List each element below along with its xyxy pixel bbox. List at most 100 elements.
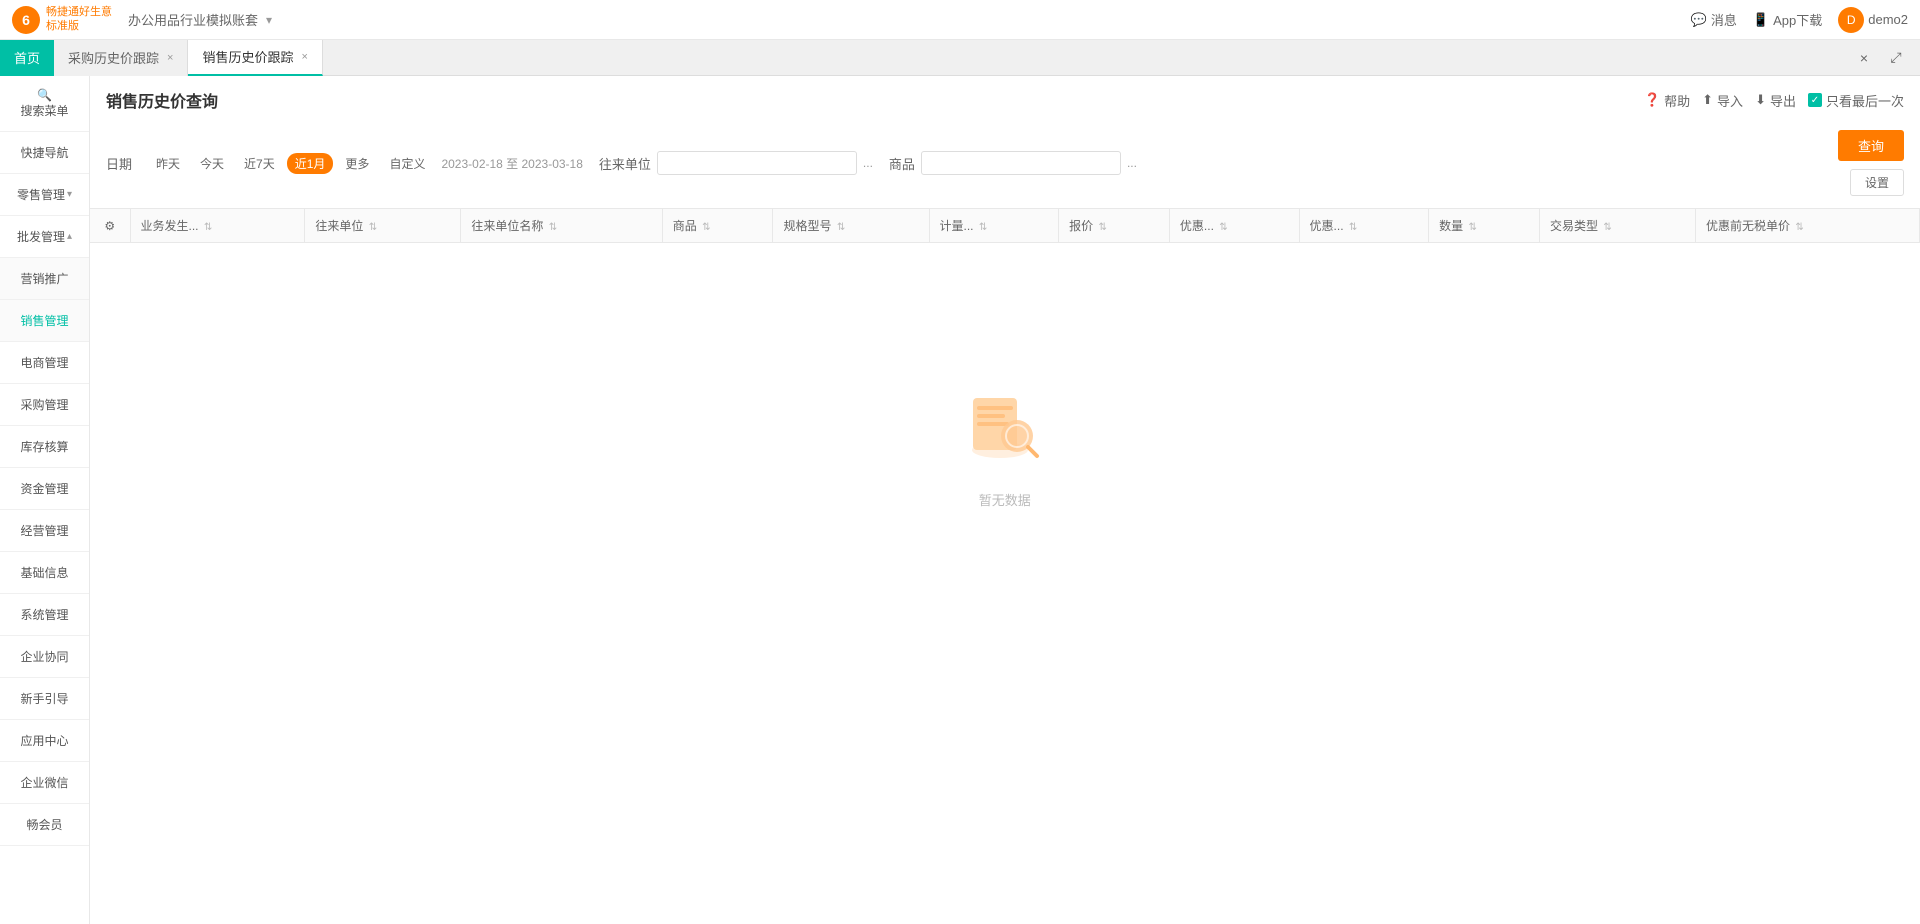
- date-btn-7days[interactable]: 近7天: [236, 153, 283, 174]
- only-last-checkbox[interactable]: ✓: [1808, 93, 1822, 107]
- product-label: 商品: [889, 154, 915, 173]
- sidebar-item-basic-info[interactable]: 基础信息: [0, 552, 89, 594]
- date-btn-yesterday[interactable]: 昨天: [148, 153, 188, 174]
- filter-action-buttons: 查询 设置: [1838, 130, 1904, 196]
- sidebar-item-member[interactable]: 畅会员: [0, 804, 89, 846]
- empty-text: 暂无数据: [979, 490, 1031, 509]
- col-trade-type[interactable]: 交易类型 ⇅: [1539, 209, 1695, 243]
- avatar: D: [1838, 7, 1864, 33]
- col-spec[interactable]: 规格型号 ⇅: [773, 209, 929, 243]
- date-btn-today[interactable]: 今天: [192, 153, 232, 174]
- chevron-down-icon: ▾: [67, 189, 72, 200]
- date-range-display: 2023-02-18 至 2023-03-18: [441, 155, 582, 172]
- sidebar-item-search[interactable]: 🔍 搜索菜单: [0, 76, 89, 132]
- col-discount1[interactable]: 优惠... ⇅: [1169, 209, 1299, 243]
- sidebar-item-ecommerce[interactable]: 电商管理: [0, 342, 89, 384]
- page-header: 销售历史价查询 ❓ 帮助 ⬆ 导入 ⬇ 导出 ✓: [90, 76, 1920, 209]
- sidebar-item-sales[interactable]: 销售管理: [0, 300, 89, 342]
- incoming-unit-input[interactable]: [657, 151, 857, 175]
- col-date[interactable]: 业务发生... ⇅: [130, 209, 305, 243]
- sort-arrows-qty: ⇅: [1469, 222, 1477, 233]
- tab-home[interactable]: 首页: [0, 40, 54, 76]
- export-btn[interactable]: ⬇ 导出: [1755, 91, 1796, 110]
- sort-arrows-spec: ⇅: [837, 222, 845, 233]
- tab-purchase-history[interactable]: 采购历史价跟踪 ×: [54, 40, 188, 76]
- maximize-window-btn[interactable]: ⤢: [1884, 46, 1908, 70]
- date-filter-buttons: 昨天 今天 近7天 近1月 更多 自定义 2023-02-18 至 2023-0…: [148, 153, 583, 174]
- sort-arrows-unit-code: ⇅: [369, 222, 377, 233]
- sidebar-item-purchase[interactable]: 采购管理: [0, 384, 89, 426]
- import-btn[interactable]: ⬆ 导入: [1702, 91, 1743, 110]
- incoming-unit-more-btn[interactable]: ...: [863, 156, 873, 170]
- sidebar-item-tutorial[interactable]: 新手引导: [0, 678, 89, 720]
- sidebar-item-app-center[interactable]: 应用中心: [0, 720, 89, 762]
- sidebar-item-enterprise-collab[interactable]: 企业协同: [0, 636, 89, 678]
- dropdown-arrow-icon[interactable]: ▾: [266, 13, 272, 27]
- settings-button[interactable]: 设置: [1850, 169, 1904, 196]
- col-product[interactable]: 商品 ⇅: [662, 209, 773, 243]
- app-download-btn[interactable]: 📱 App下载: [1753, 10, 1822, 29]
- tab-close-sales[interactable]: ×: [301, 51, 307, 63]
- sidebar-item-enterprise-wechat[interactable]: 企业微信: [0, 762, 89, 804]
- logo-icon: 6: [12, 6, 40, 34]
- sort-arrows-pre-discount: ⇅: [1795, 222, 1803, 233]
- close-window-btn[interactable]: ×: [1852, 46, 1876, 70]
- tab-close-purchase[interactable]: ×: [167, 52, 173, 64]
- sidebar-item-retail[interactable]: 零售管理 ▾: [0, 174, 89, 216]
- help-icon: ❓: [1644, 92, 1660, 108]
- sidebar-item-quicknav[interactable]: 快捷导航: [0, 132, 89, 174]
- col-qty[interactable]: 数量 ⇅: [1429, 209, 1540, 243]
- export-icon: ⬇: [1755, 92, 1766, 108]
- table-area: ⚙ 业务发生... ⇅ 往来单位 ⇅ 往来单位名称 ⇅: [90, 209, 1920, 924]
- date-btn-1month[interactable]: 近1月: [287, 153, 334, 174]
- query-button[interactable]: 查询: [1838, 130, 1904, 161]
- sidebar-item-wholesale[interactable]: 批发管理 ▴: [0, 216, 89, 258]
- sort-arrows-trade-type: ⇅: [1603, 222, 1611, 233]
- sidebar-item-marketing[interactable]: 营销推广: [0, 258, 89, 300]
- col-unit[interactable]: 计量... ⇅: [929, 209, 1059, 243]
- incoming-unit-filter: 往来单位 ...: [599, 151, 873, 175]
- incoming-unit-label: 往来单位: [599, 154, 651, 173]
- product-filter: 商品 ...: [889, 151, 1137, 175]
- sidebar-item-finance[interactable]: 资金管理: [0, 468, 89, 510]
- tab-bar: 首页 采购历史价跟踪 × 销售历史价跟踪 × × ⤢: [0, 40, 1920, 76]
- only-last-checkbox-area[interactable]: ✓ 只看最后一次: [1808, 91, 1904, 110]
- col-price[interactable]: 报价 ⇅: [1059, 209, 1170, 243]
- sort-arrows-date: ⇅: [204, 222, 212, 233]
- date-btn-more[interactable]: 更多: [337, 153, 377, 174]
- page-title: 销售历史价查询: [106, 88, 218, 112]
- logo-area: 6 畅捷通好生意 标准版: [12, 6, 112, 34]
- top-bar-left: 6 畅捷通好生意 标准版 办公用品行业模拟账套 ▾: [12, 6, 272, 34]
- download-icon: 📱: [1753, 12, 1769, 28]
- tab-actions: × ⤢: [1852, 46, 1920, 70]
- top-bar-right: 💬 消息 📱 App下载 D demo2: [1691, 7, 1908, 33]
- top-bar: 6 畅捷通好生意 标准版 办公用品行业模拟账套 ▾ 💬 消息 📱 App下载 D…: [0, 0, 1920, 40]
- help-btn[interactable]: ❓ 帮助: [1644, 91, 1690, 110]
- sort-arrows-discount1: ⇅: [1219, 222, 1227, 233]
- user-avatar-btn[interactable]: D demo2: [1838, 7, 1908, 33]
- empty-state: 暂无数据: [90, 243, 1920, 643]
- product-input[interactable]: [921, 151, 1121, 175]
- product-more-btn[interactable]: ...: [1127, 156, 1137, 170]
- sidebar-item-system[interactable]: 系统管理: [0, 594, 89, 636]
- sort-arrows-unit: ⇅: [979, 222, 987, 233]
- tab-sales-history[interactable]: 销售历史价跟踪 ×: [188, 40, 322, 76]
- sidebar-item-operations[interactable]: 经营管理: [0, 510, 89, 552]
- col-unit-name[interactable]: 往来单位名称 ⇅: [461, 209, 662, 243]
- col-unit-code[interactable]: 往来单位 ⇅: [305, 209, 461, 243]
- sort-arrows-price: ⇅: [1099, 222, 1107, 233]
- date-filter-label: 日期: [106, 154, 132, 173]
- sidebar-item-inventory[interactable]: 库存核算: [0, 426, 89, 468]
- import-icon: ⬆: [1702, 92, 1713, 108]
- sidebar: 🔍 搜索菜单 快捷导航 零售管理 ▾ 批发管理 ▴ 营销推广 销售管理 电商管理…: [0, 76, 90, 924]
- date-btn-custom[interactable]: 自定义: [381, 153, 433, 174]
- table-gear-col[interactable]: ⚙: [90, 209, 130, 243]
- col-pre-discount-price[interactable]: 优惠前无税单价 ⇅: [1695, 209, 1919, 243]
- search-icon: 🔍: [37, 88, 52, 102]
- message-btn[interactable]: 💬 消息: [1691, 10, 1737, 29]
- content-area: 销售历史价查询 ❓ 帮助 ⬆ 导入 ⬇ 导出 ✓: [90, 76, 1920, 924]
- main-layout: 🔍 搜索菜单 快捷导航 零售管理 ▾ 批发管理 ▴ 营销推广 销售管理 电商管理…: [0, 76, 1920, 924]
- empty-icon: [955, 378, 1055, 478]
- sort-arrows-unit-name: ⇅: [549, 222, 557, 233]
- col-discount2[interactable]: 优惠... ⇅: [1299, 209, 1429, 243]
